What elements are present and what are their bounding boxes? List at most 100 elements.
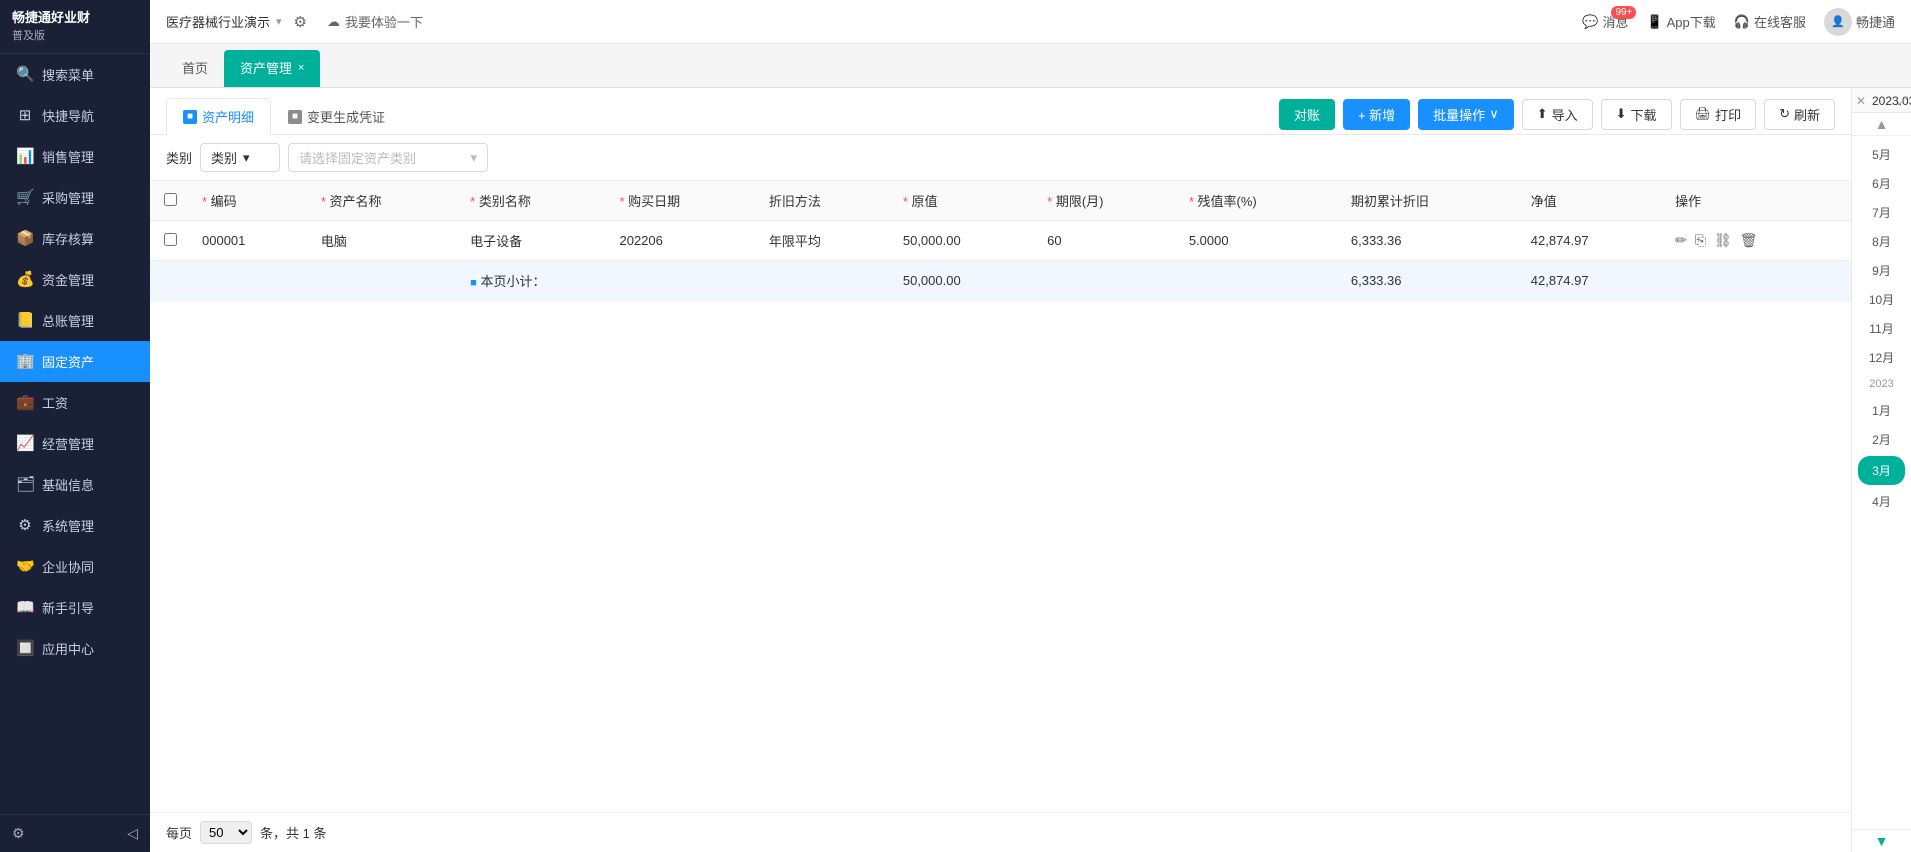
refresh-label: 刷新 [1794,105,1820,124]
sidebar-item-inventory[interactable]: 📦 库存核算 [0,218,150,259]
date-item-12[interactable]: 12月 [1852,343,1911,372]
row-residual-rate: 5.0000 [1177,221,1339,261]
delete-icon[interactable]: 🗑 [1740,232,1758,249]
batch-button-label: 批量操作 [1433,105,1485,124]
copy-icon[interactable]: ⎘ [1695,232,1706,249]
topbar-gear-icon[interactable]: ⚙ [294,13,307,31]
new-button[interactable]: + 新增 [1343,99,1410,130]
date-up-arrow[interactable]: ▲ [1875,116,1889,132]
user-name: 畅捷通 [1856,12,1895,31]
table-subtotal-row: ■ 本页小计： 50,000.00 6,333.36 42,874.97 [150,261,1851,301]
sidebar-item-system[interactable]: ⚙ 系统管理 [0,505,150,546]
settings-icon[interactable]: ⚙ [12,825,25,842]
subtab-asset-detail-label: 资产明细 [202,107,254,126]
enterprise-icon: 🤝 [16,557,34,575]
sidebar-item-app-center[interactable]: 🔲 应用中心 [0,628,150,669]
sidebar-item-fixed-assets[interactable]: 🏢 固定资产 [0,341,150,382]
sidebar-item-system-label: 系统管理 [42,516,94,535]
date-item-7[interactable]: 7月 [1852,198,1911,227]
edit-icon[interactable]: ✏ [1675,232,1687,249]
grid-icon: ⊞ [16,106,34,124]
service-button[interactable]: 🎧 在线客服 [1734,12,1806,31]
experience-button[interactable]: ☁ 我要体验一下 [327,12,423,31]
message-icon: 💬 [1582,14,1598,30]
download-icon2: ⬇ [1616,106,1627,122]
link-icon[interactable]: ⛓ [1714,232,1732,249]
date-sidebar-close-icon[interactable]: ✕ [1856,94,1866,108]
date-down-arrow[interactable]: ▼ [1875,833,1889,849]
date-sidebar: ✕ ⤢ 2023.03 ▲ 5月 6月 7月 8月 9月 10月 11月 12月… [1851,88,1911,852]
company-dropdown-arrow: ▾ [276,15,282,28]
date-sidebar-expand-icon[interactable]: ⤢ [1897,94,1907,109]
row-purchase-date: 202206 [607,221,756,261]
sidebar-item-funds[interactable]: 💰 资金管理 [0,259,150,300]
payroll-icon: 💼 [16,393,34,411]
date-item-6[interactable]: 6月 [1852,169,1911,198]
batch-button[interactable]: 批量操作 ∨ [1418,99,1514,130]
download-button[interactable]: ⬇ 下载 [1601,99,1672,130]
tab-home[interactable]: 首页 [166,50,224,87]
app-download-button[interactable]: 📱 App下载 [1646,12,1715,31]
sidebar-item-ledger-label: 总账管理 [42,311,94,330]
select-all-checkbox[interactable] [164,193,177,206]
asset-table-wrap: 编码 资产名称 类别名称 购买日期 折旧方法 原值 期限(月) 残值率(%) 期… [150,181,1851,812]
sidebar-item-search[interactable]: 🔍 搜索菜单 [0,54,150,95]
sidebar-item-fixed-assets-label: 固定资产 [42,352,94,371]
sidebar-bottom: ⚙ ◁ [0,814,150,852]
date-list: 5月 6月 7月 8月 9月 10月 11月 12月 2023 1月 2月 3月… [1852,136,1911,829]
date-item-10[interactable]: 10月 [1852,285,1911,314]
print-label: 打印 [1715,105,1741,124]
message-button[interactable]: 💬 消息 99+ [1582,12,1628,31]
subtotal-empty6 [1663,261,1851,301]
tab-home-label: 首页 [182,61,208,76]
category-type-value: 类别 [211,148,237,167]
date-item-5[interactable]: 5月 [1852,140,1911,169]
date-item-9[interactable]: 9月 [1852,256,1911,285]
sidebar-item-sales[interactable]: 📊 销售管理 [0,136,150,177]
tab-close-icon[interactable]: × [298,62,304,74]
sidebar-item-basic-info[interactable]: 🗂 基础信息 [0,464,150,505]
row-name: 电脑 [309,221,458,261]
date-item-3-current[interactable]: 3月 [1858,456,1905,485]
user-area[interactable]: 👤 畅捷通 [1824,8,1895,36]
sidebar-item-tutorial[interactable]: 📖 新手引导 [0,587,150,628]
sidebar-item-ledger[interactable]: 📒 总账管理 [0,300,150,341]
date-item-4[interactable]: 4月 [1852,487,1911,516]
row-period: 60 [1035,221,1177,261]
export-icon: ⬆ [1537,106,1548,122]
avatar: 👤 [1824,8,1852,36]
cloud-icon: ☁ [327,14,340,30]
sidebar-item-enterprise[interactable]: 🤝 企业协同 [0,546,150,587]
subtab-asset-detail[interactable]: ■ 资产明细 [166,98,271,135]
funds-icon: 💰 [16,270,34,288]
subtotal-empty5 [1177,261,1339,301]
subtab-voucher[interactable]: ■ 变更生成凭证 [271,98,402,135]
per-page-label: 每页 [166,823,192,842]
refresh-button[interactable]: ↻ 刷新 [1764,99,1835,130]
operations-icon: 📈 [16,434,34,452]
category-filter-input[interactable]: 请选择固定资产类别 ▾ [288,143,488,172]
reconcile-button[interactable]: 对账 [1279,99,1335,130]
print-button[interactable]: 🖨 打印 [1680,99,1757,130]
subtab-bar: ■ 资产明细 ■ 变更生成凭证 对账 + 新增 批量操作 ∨ ⬆ [150,88,1851,135]
date-item-8[interactable]: 8月 [1852,227,1911,256]
collapse-icon[interactable]: ◁ [127,825,138,842]
company-selector[interactable]: 医疗器械行业演示 ▾ [166,12,282,31]
subtotal-label-cell: ■ 本页小计： [458,261,891,301]
tab-asset-management[interactable]: 资产管理 × [224,50,320,87]
sidebar-item-purchase[interactable]: 🛒 采购管理 [0,177,150,218]
headset-icon: 🎧 [1734,14,1750,30]
sidebar-item-operations[interactable]: 📈 经营管理 [0,423,150,464]
category-type-select[interactable]: 类别 ▾ [200,143,280,172]
sidebar-item-payroll[interactable]: 💼 工资 [0,382,150,423]
export-button[interactable]: ⬆ 导入 [1522,99,1593,130]
sidebar-logo: 畅捷通好业财 普及版 [0,0,150,54]
sidebar-item-app-center-label: 应用中心 [42,639,94,658]
date-item-1[interactable]: 1月 [1852,396,1911,425]
date-item-11[interactable]: 11月 [1852,314,1911,343]
row-checkbox[interactable] [164,233,177,246]
date-item-2[interactable]: 2月 [1852,425,1911,454]
per-page-select[interactable]: 50 20 100 200 [200,821,252,844]
app-download-label: App下载 [1667,12,1716,31]
sidebar-item-quicknav[interactable]: ⊞ 快捷导航 [0,95,150,136]
